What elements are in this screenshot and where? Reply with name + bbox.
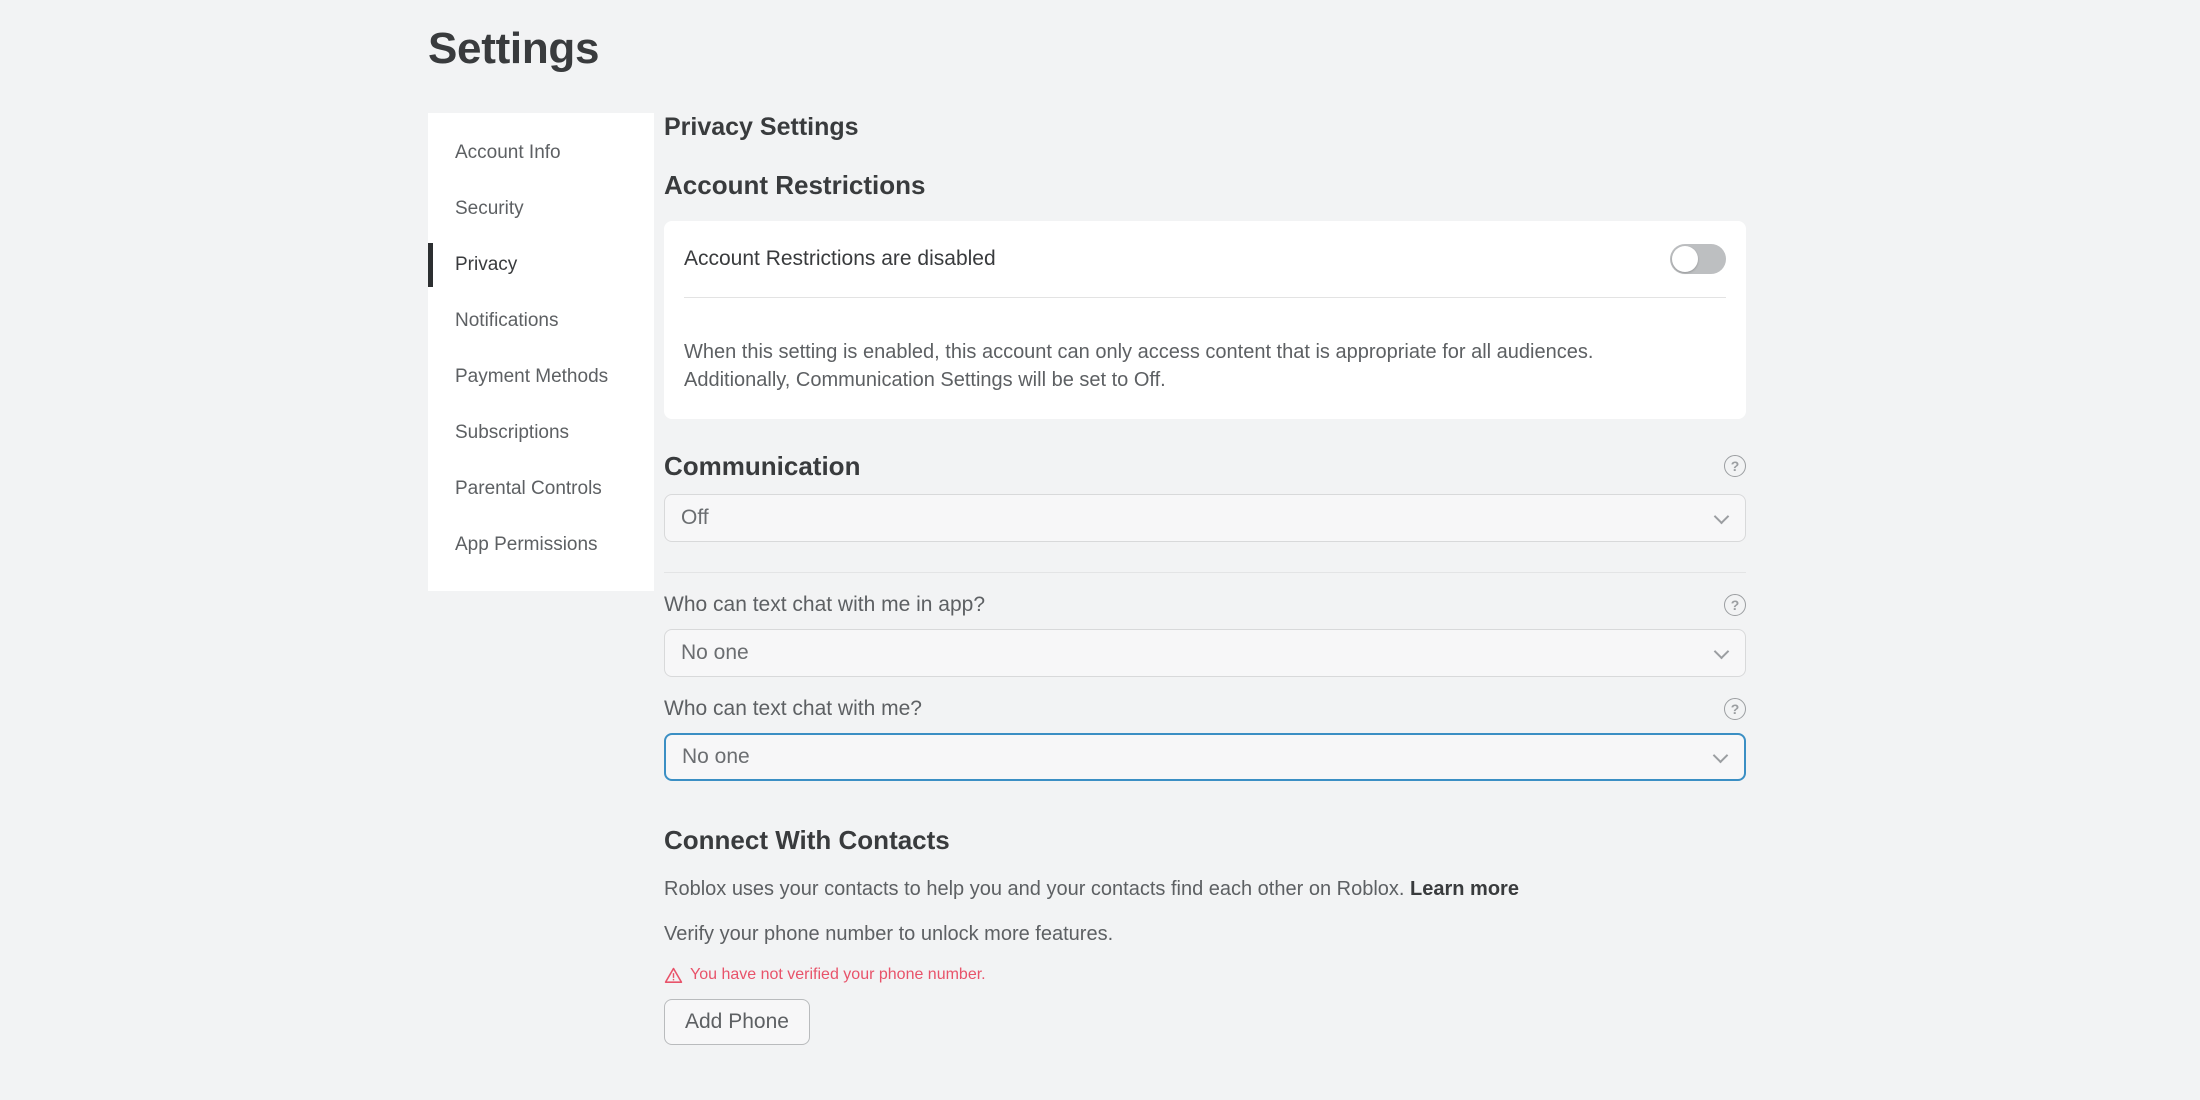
connect-with-contacts-heading: Connect With Contacts [664, 824, 950, 855]
sidebar-item-label: Notifications [455, 310, 559, 331]
settings-page: Settings Account Info Security Privacy N… [0, 0, 2200, 1100]
help-circle-icon[interactable]: ? [1724, 697, 1746, 720]
sidebar-item-label: App Permissions [455, 534, 598, 555]
contacts-description-text: Roblox uses your contacts to help you an… [664, 877, 1405, 900]
sidebar-item-notifications[interactable]: Notifications [428, 293, 654, 349]
warning-triangle-icon [664, 967, 683, 983]
account-restrictions-description: When this setting is enabled, this accou… [684, 341, 1594, 392]
sidebar-item-label: Account Info [455, 142, 561, 163]
sidebar-item-payment-methods[interactable]: Payment Methods [428, 349, 654, 405]
learn-more-link[interactable]: Learn more [1410, 878, 1519, 900]
chat-header: Who can text chat with me? ? [664, 697, 1746, 721]
chat-in-app-label: Who can text chat with me in app? [664, 592, 985, 616]
sidebar-item-label: Subscriptions [455, 422, 570, 443]
sidebar-item-label: Payment Methods [455, 366, 609, 387]
phone-verification-warning: You have not verified your phone number. [664, 966, 1746, 985]
chat-in-app-selected-value: No one [681, 640, 749, 664]
add-phone-button[interactable]: Add Phone [664, 998, 810, 1045]
verify-phone-text: Verify your phone number to unlock more … [664, 922, 1114, 945]
communication-select[interactable]: Off [664, 493, 1746, 542]
help-circle-icon[interactable]: ? [1724, 593, 1746, 616]
page-title: Settings [428, 24, 600, 73]
toggle-knob [1672, 246, 1698, 272]
privacy-settings-heading: Privacy Settings [664, 113, 859, 141]
help-circle-icon[interactable]: ? [1724, 455, 1746, 478]
sidebar-item-label: Privacy [455, 254, 518, 275]
account-restrictions-card: Account Restrictions are disabled When t… [664, 221, 1746, 419]
sidebar-item-parental-controls[interactable]: Parental Controls [428, 461, 654, 517]
chat-label: Who can text chat with me? [664, 696, 922, 720]
account-restrictions-row: Account Restrictions are disabled [684, 221, 1726, 297]
sidebar-item-privacy[interactable]: Privacy [428, 237, 654, 293]
sidebar-item-label: Parental Controls [455, 478, 602, 499]
connect-with-contacts-block: Connect With Contacts Roblox uses your c… [664, 825, 1746, 1045]
warning-text: You have not verified your phone number. [690, 966, 986, 984]
chevron-down-icon [1713, 643, 1730, 660]
sidebar-item-subscriptions[interactable]: Subscriptions [428, 405, 654, 461]
chat-in-app-select[interactable]: No one [664, 628, 1746, 677]
chat-select[interactable]: No one [664, 732, 1746, 781]
connect-with-contacts-description: Roblox uses your contacts to help you an… [664, 878, 1746, 901]
account-restrictions-toggle[interactable] [1670, 244, 1726, 274]
communication-header: Communication ? [664, 451, 1746, 482]
account-restrictions-heading: Account Restrictions [664, 170, 926, 200]
communication-heading: Communication [664, 450, 861, 481]
chat-in-app-header: Who can text chat with me in app? ? [664, 593, 1746, 617]
chevron-down-icon [1712, 747, 1729, 764]
sidebar-item-app-permissions[interactable]: App Permissions [428, 517, 654, 573]
settings-sidebar: Account Info Security Privacy Notificati… [428, 113, 654, 591]
sidebar-item-label: Security [455, 198, 524, 219]
sidebar-item-account-info[interactable]: Account Info [428, 125, 654, 181]
sidebar-item-security[interactable]: Security [428, 181, 654, 237]
communication-block: Communication ? Off [664, 451, 1746, 542]
account-restrictions-status-label: Account Restrictions are disabled [684, 247, 996, 270]
chat-selected-value: No one [682, 744, 750, 768]
privacy-settings-content: Privacy Settings Account Restrictions Ac… [664, 113, 1746, 1045]
section-divider [664, 571, 1746, 573]
communication-selected-value: Off [681, 505, 709, 529]
chat-in-app-block: Who can text chat with me in app? ? No o… [664, 593, 1746, 677]
card-divider [684, 297, 1726, 298]
chat-block: Who can text chat with me? ? No one [664, 697, 1746, 781]
chevron-down-icon [1713, 508, 1730, 525]
